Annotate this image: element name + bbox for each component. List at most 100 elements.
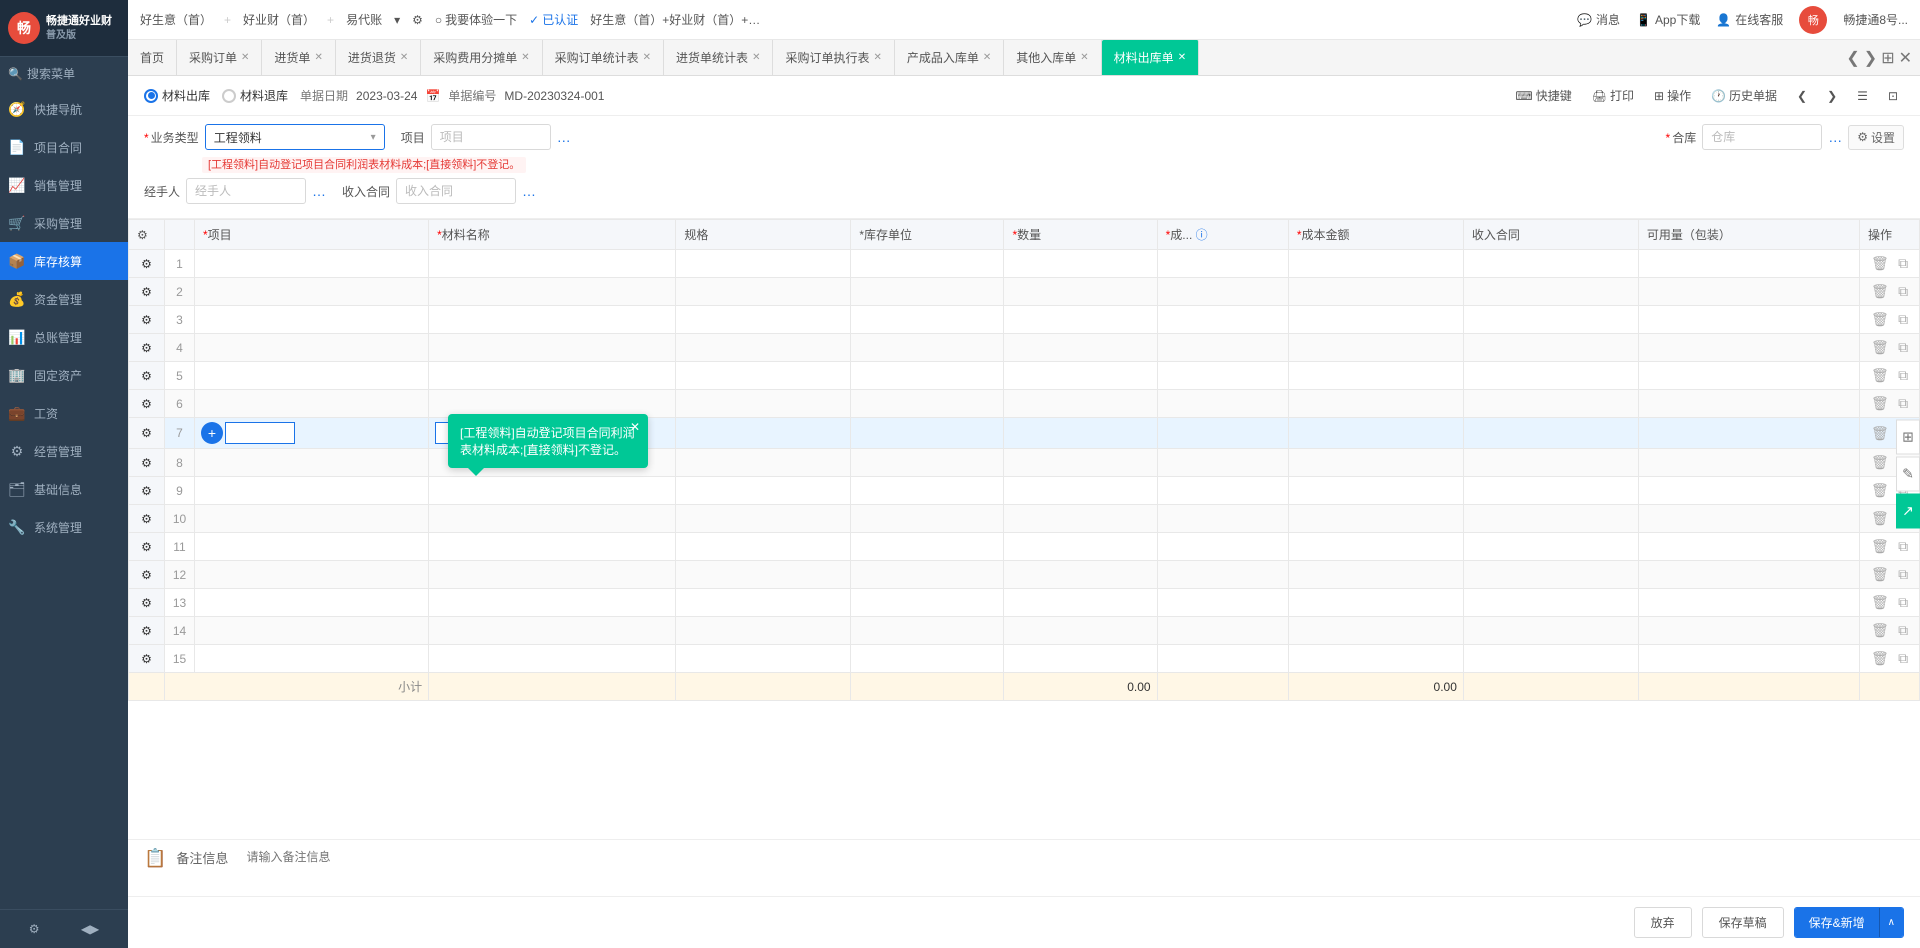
row-spec-3[interactable] (676, 306, 851, 334)
user-avatar[interactable]: 畅 (1799, 6, 1827, 34)
row-cost-3[interactable] (1157, 306, 1288, 334)
delete-row-icon-10[interactable]: 🗑 (1868, 510, 1892, 526)
row-spec-14[interactable] (676, 617, 851, 645)
tab-incoming-stats[interactable]: 进货单统计表✕ (664, 40, 773, 76)
row-material-14[interactable] (429, 617, 676, 645)
sidebar-item-ledger[interactable]: 📊 总账管理 (0, 318, 128, 356)
row-settings-9[interactable]: ⚙ (129, 477, 165, 505)
row-qty-7[interactable] (1004, 418, 1157, 449)
row-cost-10[interactable] (1157, 505, 1288, 533)
sidebar-item-inventory[interactable]: 📦 库存核算 (0, 242, 128, 280)
row-cost-6[interactable] (1157, 390, 1288, 418)
row-material-5[interactable] (429, 362, 676, 390)
tab-close-purchase-order[interactable]: ✕ (241, 52, 249, 63)
row-available-9[interactable] (1638, 477, 1859, 505)
handler-input[interactable]: 经手人 (186, 178, 306, 204)
row-unit-1[interactable] (851, 250, 1004, 278)
row-contract-12[interactable] (1463, 561, 1638, 589)
row-project-2[interactable] (195, 278, 429, 306)
row-spec-13[interactable] (676, 589, 851, 617)
radio-material-return[interactable]: 材料退库 (222, 87, 288, 104)
nav-prev-button[interactable]: ❮ (1791, 86, 1813, 106)
row-available-6[interactable] (1638, 390, 1859, 418)
row-material-11[interactable] (429, 533, 676, 561)
row-amount-4[interactable] (1288, 334, 1463, 362)
sidebar-item-nav[interactable]: 🧭 快捷导航 (0, 90, 128, 128)
row-material-10[interactable] (429, 505, 676, 533)
message-button[interactable]: 💬 消息 (1577, 11, 1620, 28)
row-amount-11[interactable] (1288, 533, 1463, 561)
row-amount-3[interactable] (1288, 306, 1463, 334)
copy-row-icon-14[interactable]: ⧉ (1895, 622, 1911, 638)
sidebar-item-purchase[interactable]: 🛒 采购管理 (0, 204, 128, 242)
row-unit-2[interactable] (851, 278, 1004, 306)
row-unit-7[interactable] (851, 418, 1004, 449)
tab-close-other-storage[interactable]: ✕ (1080, 52, 1088, 63)
row-project-12[interactable] (195, 561, 429, 589)
save-new-button[interactable]: 保存&新增 (1795, 908, 1879, 937)
delete-row-icon-4[interactable]: 🗑 (1868, 339, 1892, 355)
row-settings-7[interactable]: ⚙ (129, 418, 165, 449)
row-project-1[interactable] (195, 250, 429, 278)
row-material-1[interactable] (429, 250, 676, 278)
topbar-yidai[interactable]: 易代账 (346, 11, 382, 28)
tab-close-purchase-stats[interactable]: ✕ (643, 52, 651, 63)
row-qty-10[interactable] (1004, 505, 1157, 533)
row-project-6[interactable] (195, 390, 429, 418)
row-project-4[interactable] (195, 334, 429, 362)
topbar-certified[interactable]: ✓ 已认证 (529, 11, 578, 28)
row-amount-7[interactable] (1288, 418, 1463, 449)
row-available-15[interactable] (1638, 645, 1859, 673)
copy-row-icon-4[interactable]: ⧉ (1895, 339, 1911, 355)
row-cost-8[interactable] (1157, 449, 1288, 477)
copy-row-icon-12[interactable]: ⧉ (1895, 566, 1911, 582)
delete-row-icon-13[interactable]: 🗑 (1868, 594, 1892, 610)
copy-row-icon-13[interactable]: ⧉ (1895, 594, 1911, 610)
row-contract-7[interactable] (1463, 418, 1638, 449)
row-project-8[interactable] (195, 449, 429, 477)
row-material-12[interactable] (429, 561, 676, 589)
row-contract-3[interactable] (1463, 306, 1638, 334)
row-amount-2[interactable] (1288, 278, 1463, 306)
delete-row-icon-9[interactable]: 🗑 (1868, 482, 1892, 498)
radio-material-out[interactable]: 材料出库 (144, 87, 210, 104)
tab-purchase-order[interactable]: 采购订单✕ (177, 40, 262, 76)
sidebar-item-operations[interactable]: ⚙ 经营管理 (0, 432, 128, 470)
discard-button[interactable]: 放弃 (1634, 907, 1692, 938)
row-qty-1[interactable] (1004, 250, 1157, 278)
calendar-icon[interactable]: 📅 (425, 89, 440, 103)
delete-row-icon-6[interactable]: 🗑 (1868, 395, 1892, 411)
settings-button[interactable]: ⚙ (25, 918, 44, 940)
tab-purchase-stats[interactable]: 采购订单统计表✕ (543, 40, 664, 76)
row-available-10[interactable] (1638, 505, 1859, 533)
row-project-3[interactable] (195, 306, 429, 334)
row-unit-5[interactable] (851, 362, 1004, 390)
row-cost-1[interactable] (1157, 250, 1288, 278)
row-available-14[interactable] (1638, 617, 1859, 645)
row-contract-11[interactable] (1463, 533, 1638, 561)
row-spec-6[interactable] (676, 390, 851, 418)
right-icon-1[interactable]: ⊞ (1896, 420, 1920, 455)
add-row-button[interactable]: + (201, 422, 223, 444)
row-settings-6[interactable]: ⚙ (129, 390, 165, 418)
tab-grid-view[interactable]: ⊞ (1881, 48, 1894, 68)
copy-row-icon-1[interactable]: ⧉ (1895, 255, 1911, 271)
tab-next-button[interactable]: ❯ (1864, 48, 1877, 68)
row-amount-5[interactable] (1288, 362, 1463, 390)
tab-close-purchase-expense[interactable]: ✕ (521, 52, 529, 63)
row-spec-15[interactable] (676, 645, 851, 673)
cost-info-icon[interactable]: ⓘ (1196, 228, 1208, 242)
row-available-3[interactable] (1638, 306, 1859, 334)
tab-prev-button[interactable]: ❮ (1846, 48, 1859, 68)
row-settings-3[interactable]: ⚙ (129, 306, 165, 334)
row-unit-12[interactable] (851, 561, 1004, 589)
quick-key-button[interactable]: ⌨ 快捷键 (1509, 84, 1577, 107)
row-amount-8[interactable] (1288, 449, 1463, 477)
row-qty-5[interactable] (1004, 362, 1157, 390)
row-spec-9[interactable] (676, 477, 851, 505)
tooltip-close-button[interactable]: ✕ (630, 420, 640, 434)
row-project-9[interactable] (195, 477, 429, 505)
delete-row-icon-7[interactable]: 🗑 (1868, 425, 1892, 441)
tab-close-incoming[interactable]: ✕ (314, 52, 322, 63)
topbar-dropdown[interactable]: ▾ (394, 13, 400, 27)
